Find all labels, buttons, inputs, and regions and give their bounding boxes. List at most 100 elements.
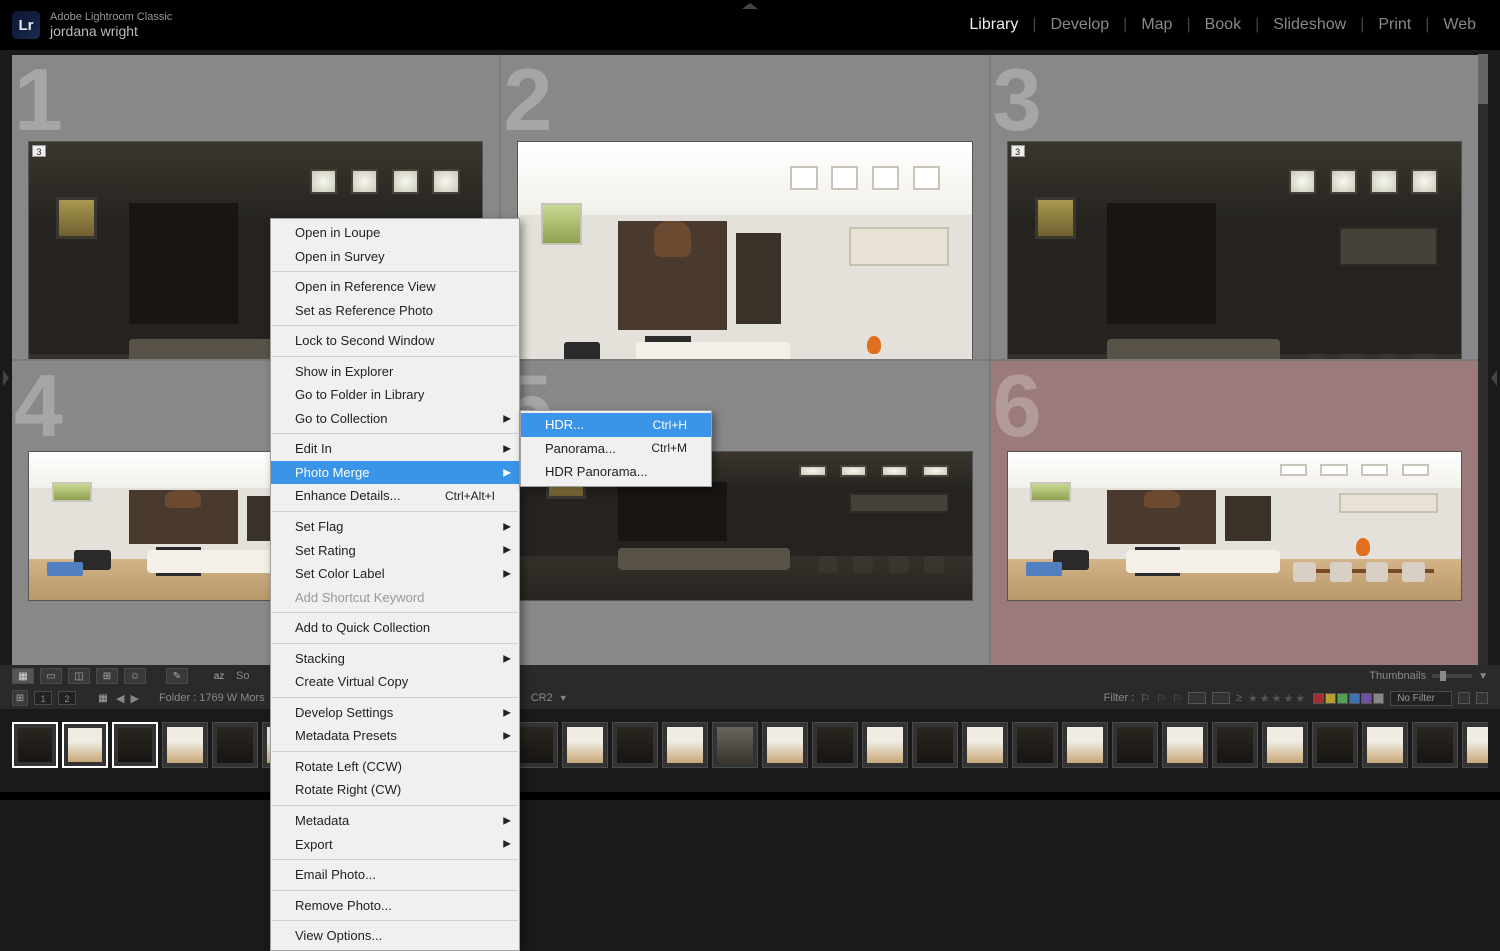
menu-item[interactable]: Rotate Right (CW) <box>271 778 519 802</box>
filmstrip-thumbnail[interactable] <box>662 722 708 768</box>
module-map[interactable]: Map <box>1129 12 1184 38</box>
filmstrip-thumbnail[interactable] <box>962 722 1008 768</box>
panel-collapse-top-icon[interactable] <box>742 3 758 9</box>
main-window-button[interactable]: 1 <box>34 691 52 705</box>
painter-icon[interactable]: ✎ <box>166 668 188 684</box>
panel-collapse-right-icon[interactable] <box>1491 370 1497 386</box>
color-filter-swatch[interactable] <box>1325 693 1336 704</box>
filmstrip-thumbnail[interactable] <box>1112 722 1158 768</box>
rating-filter[interactable]: ★★★★★ <box>1248 692 1307 705</box>
flag-picked-icon[interactable]: ⚐ <box>1140 692 1150 705</box>
filter-switch-2[interactable] <box>1212 692 1230 704</box>
filter-options-icon[interactable] <box>1476 692 1488 704</box>
filmstrip-thumbnail[interactable] <box>1062 722 1108 768</box>
menu-item[interactable]: Set Rating▶ <box>271 539 519 563</box>
menu-item[interactable]: Go to Folder in Library <box>271 383 519 407</box>
filmstrip-thumbnail[interactable] <box>1162 722 1208 768</box>
survey-view-icon[interactable]: ⊞ <box>96 668 118 684</box>
filmstrip-thumbnail[interactable] <box>212 722 258 768</box>
panel-collapse-left-icon[interactable] <box>3 370 9 386</box>
nav-fwd-icon[interactable]: ▶ <box>130 692 138 705</box>
filmstrip-thumbnail[interactable] <box>712 722 758 768</box>
sort-direction-icon[interactable]: az <box>208 668 230 684</box>
toolbar-chevron-icon[interactable]: ▼ <box>1478 671 1488 682</box>
menu-item[interactable]: Add to Quick Collection <box>271 616 519 640</box>
menu-item[interactable]: Edit In▶ <box>271 437 519 461</box>
filmstrip-thumbnail[interactable] <box>12 722 58 768</box>
menu-item[interactable]: Email Photo... <box>271 863 519 887</box>
filter-switch-1[interactable] <box>1188 692 1206 704</box>
stack-badge[interactable]: 3 <box>32 145 46 157</box>
menu-item[interactable]: Metadata Presets▶ <box>271 724 519 748</box>
grid-cell[interactable]: 2 ⊞ ⤢ <box>501 55 988 359</box>
module-book[interactable]: Book <box>1193 12 1253 38</box>
filmstrip-thumbnail[interactable] <box>1262 722 1308 768</box>
grid-scrollbar-thumb[interactable] <box>1478 54 1488 104</box>
nav-back-icon[interactable]: ◀ <box>116 692 124 705</box>
submenu-item[interactable]: HDR...Ctrl+H <box>521 413 711 437</box>
menu-item[interactable]: Create Virtual Copy <box>271 670 519 694</box>
filmstrip-thumbnail[interactable] <box>162 722 208 768</box>
people-view-icon[interactable]: ☺ <box>124 668 146 684</box>
menu-item[interactable]: Metadata▶ <box>271 809 519 833</box>
breadcrumb-path[interactable]: Folder : 1769 W Mors <box>159 692 265 704</box>
filmstrip-thumbnail[interactable] <box>1212 722 1258 768</box>
filmstrip-thumbnail[interactable] <box>62 722 108 768</box>
module-library[interactable]: Library <box>957 12 1030 38</box>
menu-item[interactable]: Set Color Label▶ <box>271 562 519 586</box>
color-filter-swatch[interactable] <box>1349 693 1360 704</box>
menu-item[interactable]: Show in Explorer <box>271 360 519 384</box>
compare-view-icon[interactable]: ◫ <box>68 668 90 684</box>
flag-rejected-icon[interactable]: ⚐ <box>1172 692 1182 705</box>
menu-item[interactable]: Open in Reference View <box>271 275 519 299</box>
stack-badge[interactable]: 3 <box>1011 145 1025 157</box>
grid-thumbnail[interactable]: ⊞ ⤢ <box>517 141 972 359</box>
menu-item[interactable]: Rotate Left (CCW) <box>271 755 519 779</box>
grid-thumbnail[interactable]: 3 <box>1007 141 1462 359</box>
color-filter-swatch[interactable] <box>1337 693 1348 704</box>
menu-item[interactable]: Export▶ <box>271 833 519 857</box>
file-ext-chevron-icon[interactable]: ▼ <box>559 693 568 703</box>
flag-unflagged-icon[interactable]: ⚐ <box>1156 692 1166 705</box>
menu-item[interactable]: Open in Loupe <box>271 221 519 245</box>
menu-item[interactable]: Develop Settings▶ <box>271 701 519 725</box>
filmstrip-thumbnail[interactable] <box>562 722 608 768</box>
filmstrip-thumbnail[interactable] <box>1012 722 1058 768</box>
thumbnail-size-slider[interactable] <box>1432 674 1472 678</box>
filmstrip-thumbnail[interactable] <box>112 722 158 768</box>
filter-lock-icon[interactable] <box>1458 692 1470 704</box>
menu-item[interactable]: Stacking▶ <box>271 647 519 671</box>
submenu-item[interactable]: Panorama...Ctrl+M <box>521 437 711 461</box>
menu-item[interactable]: Open in Survey <box>271 245 519 269</box>
color-filter-swatch[interactable] <box>1313 693 1324 704</box>
module-print[interactable]: Print <box>1366 12 1423 38</box>
menu-item[interactable]: Go to Collection▶ <box>271 407 519 431</box>
color-label-filter[interactable] <box>1313 693 1384 704</box>
module-develop[interactable]: Develop <box>1038 12 1121 38</box>
filmstrip-thumbnail[interactable] <box>762 722 808 768</box>
filmstrip[interactable] <box>12 722 1488 772</box>
filmstrip-thumbnail[interactable] <box>1462 722 1488 768</box>
filmstrip-thumbnail[interactable] <box>1362 722 1408 768</box>
filmstrip-thumbnail[interactable] <box>912 722 958 768</box>
module-slideshow[interactable]: Slideshow <box>1261 12 1358 38</box>
filmstrip-thumbnail[interactable] <box>612 722 658 768</box>
grid-cell[interactable]: 3 3 <box>991 55 1478 359</box>
loupe-view-icon[interactable]: ▭ <box>40 668 62 684</box>
grid-view-icon[interactable]: ▦ <box>12 668 34 684</box>
secondary-display-icon[interactable]: ⊞ <box>12 690 28 706</box>
grid-scrollbar[interactable] <box>1478 54 1488 665</box>
second-window-button[interactable]: 2 <box>58 691 76 705</box>
grid-thumbnail[interactable] <box>1007 451 1462 601</box>
menu-item[interactable]: Set Flag▶ <box>271 515 519 539</box>
menu-item[interactable]: Lock to Second Window <box>271 329 519 353</box>
menu-item[interactable]: Set as Reference Photo <box>271 299 519 323</box>
color-filter-swatch[interactable] <box>1373 693 1384 704</box>
menu-item[interactable]: Enhance Details...Ctrl+Alt+I <box>271 484 519 508</box>
filmstrip-thumbnail[interactable] <box>1312 722 1358 768</box>
submenu-item[interactable]: HDR Panorama... <box>521 460 711 484</box>
filmstrip-thumbnail[interactable] <box>812 722 858 768</box>
color-filter-swatch[interactable] <box>1361 693 1372 704</box>
module-web[interactable]: Web <box>1431 12 1488 38</box>
filmstrip-thumbnail[interactable] <box>862 722 908 768</box>
